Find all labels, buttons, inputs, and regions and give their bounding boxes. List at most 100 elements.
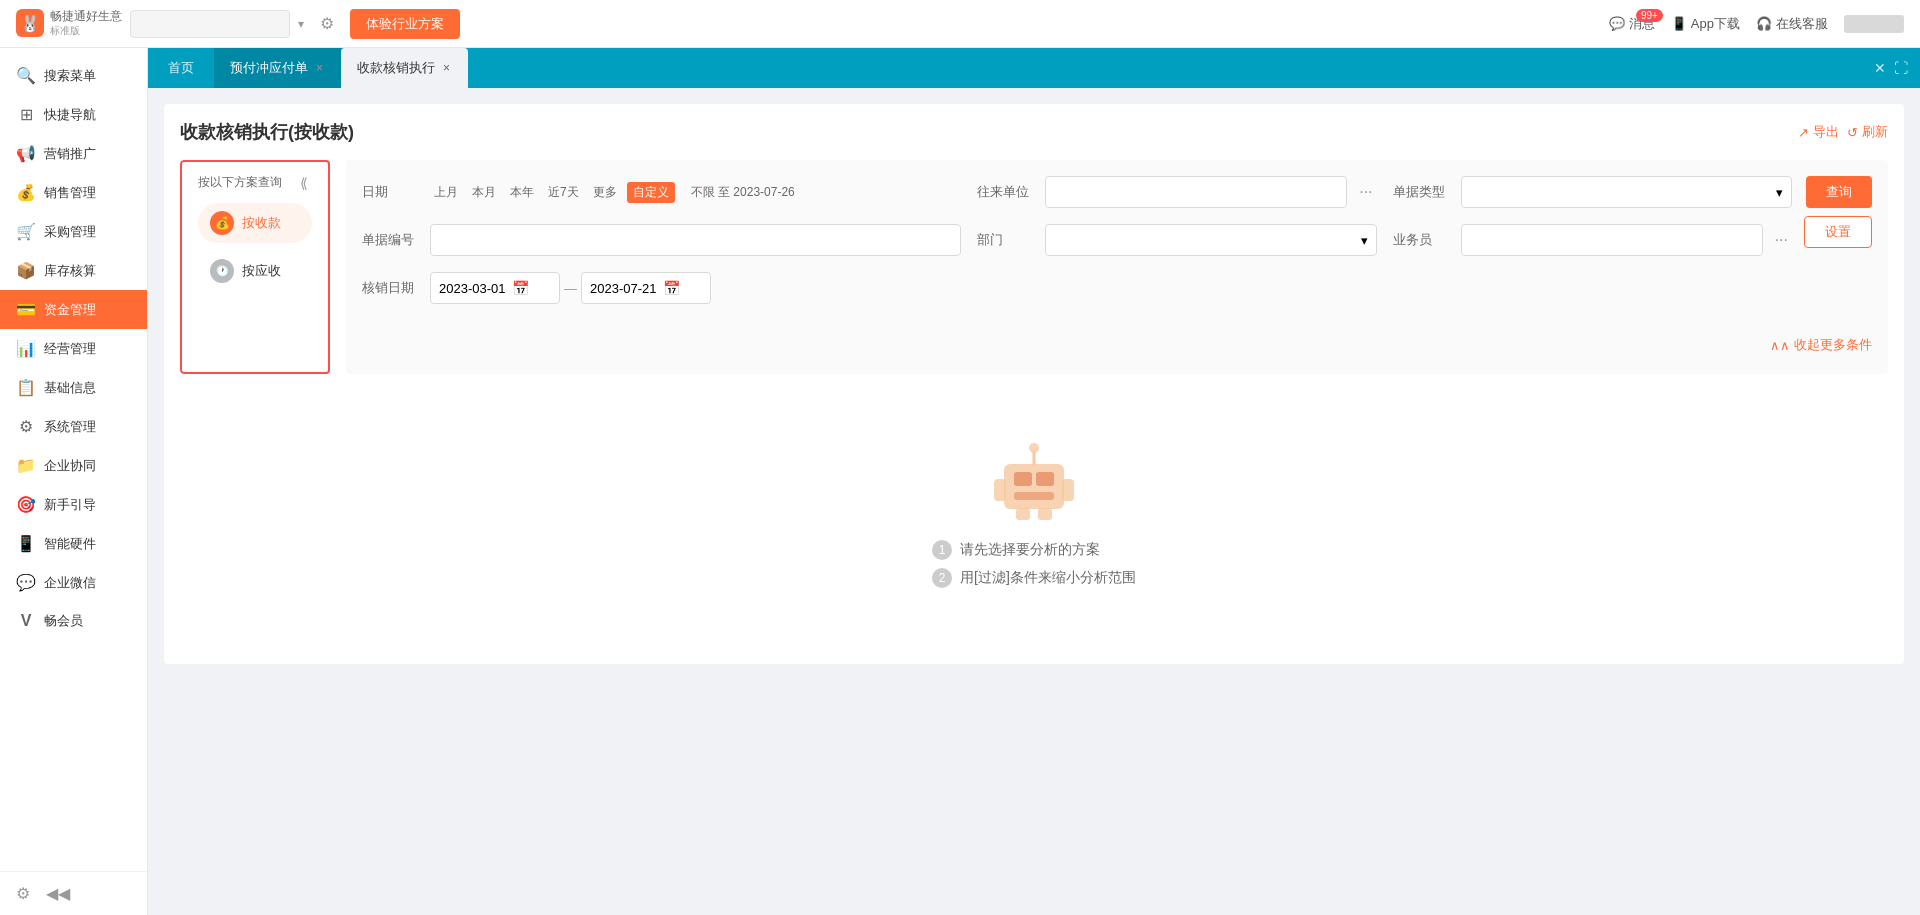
filter-row-3: 核销日期 2023-03-01 📅 —: [362, 272, 1792, 304]
verify-date-group: 核销日期 2023-03-01 📅 —: [362, 272, 968, 304]
solution-button[interactable]: 体验行业方案: [350, 9, 460, 39]
counterparty-ellipsis-icon[interactable]: ···: [1355, 183, 1376, 201]
purchase-icon: 🛒: [16, 222, 36, 241]
page-card: 收款核销执行(按收款) ↗ 导出 ↺ 刷新: [164, 104, 1904, 664]
close-window-icon[interactable]: ✕: [1874, 60, 1886, 76]
sidebar-item-sales[interactable]: 💰 销售管理: [0, 173, 147, 212]
filter-actions: 查询 设置: [1804, 176, 1872, 248]
app-icon: 📱: [1671, 16, 1687, 31]
sidebar-item-label: 搜索菜单: [44, 67, 96, 85]
shortcut-7days[interactable]: 近7天: [544, 182, 583, 203]
shortcut-this-month[interactable]: 本月: [468, 182, 500, 203]
sidebar-item-search-menu[interactable]: 🔍 搜索菜单: [0, 56, 147, 95]
dropdown-chevron-icon[interactable]: ▾: [298, 17, 304, 31]
empty-tip-1: 1 请先选择要分析的方案: [932, 540, 1136, 560]
sidebar-item-inventory[interactable]: 📦 库存核算: [0, 251, 147, 290]
app-download-item[interactable]: 📱 App下载: [1671, 15, 1740, 33]
settings-button[interactable]: 设置: [1804, 216, 1872, 248]
tab-receivable[interactable]: 收款核销执行 ×: [341, 48, 468, 88]
tab-receivable-label: 收款核销执行: [357, 59, 435, 77]
shortcut-this-year[interactable]: 本年: [506, 182, 538, 203]
tab-home-label: 首页: [168, 59, 194, 77]
svg-rect-5: [1062, 479, 1074, 501]
sidebar-bottom: ⚙ ◀◀: [0, 871, 147, 915]
sidebar-item-purchase[interactable]: 🛒 采购管理: [0, 212, 147, 251]
staff-ellipsis-icon[interactable]: ···: [1771, 231, 1792, 249]
sidebar-item-quick-nav[interactable]: ⊞ 快捷导航: [0, 95, 147, 134]
marketing-icon: 📢: [16, 144, 36, 163]
export-icon: ↗: [1798, 125, 1809, 140]
sidebar-item-base-info[interactable]: 📋 基础信息: [0, 368, 147, 407]
shortcut-last-month[interactable]: 上月: [430, 182, 462, 203]
sidebar-item-system[interactable]: ⚙ 系统管理: [0, 407, 147, 446]
logo-area: 🐰 畅捷通好生意 标准版: [16, 9, 122, 37]
collapse-more-label: 收起更多条件: [1794, 336, 1872, 354]
collapse-more-btn[interactable]: ∧∧ 收起更多条件: [362, 332, 1872, 358]
query-button[interactable]: 查询: [1806, 176, 1872, 208]
counterparty-label: 往来单位: [977, 183, 1037, 201]
filter-collapse-icon[interactable]: ⟪: [296, 175, 312, 191]
user-avatar[interactable]: [1844, 15, 1904, 33]
sidebar-item-label: 快捷导航: [44, 106, 96, 124]
filter-panel-title: 按以下方案查询 ⟪: [198, 174, 312, 191]
sidebar: 🔍 搜索菜单 ⊞ 快捷导航 📢 营销推广 💰 销售管理 🛒 采购管理 📦: [0, 48, 148, 915]
logo-icon: 🐰: [16, 9, 44, 37]
dept-select[interactable]: ▾: [1045, 224, 1376, 256]
refresh-button[interactable]: ↺ 刷新: [1847, 123, 1888, 141]
date-range-separator: —: [564, 281, 577, 296]
empty-tips: 1 请先选择要分析的方案 2 用[过滤]条件来缩小分析范围: [932, 540, 1136, 588]
filter-option-by-receivable[interactable]: 🕐 按应收: [198, 251, 312, 291]
doc-no-input[interactable]: [430, 224, 961, 256]
shortcut-custom[interactable]: 自定义: [627, 182, 675, 203]
sidebar-item-newbie[interactable]: 🎯 新手引导: [0, 485, 147, 524]
counterparty-input[interactable]: [1045, 176, 1347, 208]
gear-icon[interactable]: ⚙: [320, 14, 334, 33]
shortcut-more[interactable]: 更多: [589, 182, 621, 203]
maximize-window-icon[interactable]: ⛶: [1894, 60, 1908, 76]
doc-type-select[interactable]: ▾: [1461, 176, 1792, 208]
settings-bottom-icon[interactable]: ⚙: [16, 884, 30, 903]
filter-option-by-receipt[interactable]: 💰 按收款: [198, 203, 312, 243]
wechat-icon: 💬: [16, 573, 36, 592]
receipt-option-icon: 💰: [210, 211, 234, 235]
sidebar-item-label: 营销推广: [44, 145, 96, 163]
sidebar-item-label: 智能硬件: [44, 535, 96, 553]
sidebar-item-operation[interactable]: 📊 经营管理: [0, 329, 147, 368]
sidebar-item-wechat[interactable]: 💬 企业微信: [0, 563, 147, 602]
sidebar-item-enterprise[interactable]: 📁 企业协同: [0, 446, 147, 485]
base-info-icon: 📋: [16, 378, 36, 397]
tab-prepay-close-icon[interactable]: ×: [314, 59, 325, 77]
member-icon: V: [16, 612, 36, 630]
tip-num-2: 2: [932, 568, 952, 588]
filter-left-panel: 按以下方案查询 ⟪ 💰 按收款 🕐 按应收: [180, 160, 330, 374]
message-item[interactable]: 💬 消息 99+: [1609, 15, 1655, 33]
sidebar-item-marketing[interactable]: 📢 营销推广: [0, 134, 147, 173]
tab-prepay[interactable]: 预付冲应付单 ×: [214, 48, 341, 88]
export-button[interactable]: ↗ 导出: [1798, 123, 1839, 141]
tab-home[interactable]: 首页: [148, 48, 214, 88]
svg-rect-6: [1016, 508, 1030, 520]
date-label: 日期: [362, 183, 422, 201]
logo-text: 畅捷通好生意: [50, 9, 122, 23]
sidebar-item-finance[interactable]: 💳 资金管理: [0, 290, 147, 329]
header-actions: ↗ 导出 ↺ 刷新: [1798, 123, 1888, 141]
sidebar-item-label: 企业微信: [44, 574, 96, 592]
sidebar-item-hardware[interactable]: 📱 智能硬件: [0, 524, 147, 563]
collapse-sidebar-icon[interactable]: ◀◀: [46, 884, 70, 903]
staff-input[interactable]: [1461, 224, 1763, 256]
filter-row-1: 日期 上月 本月 本年 近7天 更多 自定义: [362, 176, 1792, 208]
refresh-label: 刷新: [1862, 123, 1888, 141]
verify-date-start-input[interactable]: 2023-03-01 📅: [430, 272, 560, 304]
operation-icon: 📊: [16, 339, 36, 358]
message-badge: 99+: [1636, 9, 1663, 22]
tab-win-controls: ✕ ⛶: [1862, 60, 1920, 76]
doc-type-label: 单据类型: [1393, 183, 1453, 201]
filter-form-main: 日期 上月 本月 本年 近7天 更多 自定义: [362, 176, 1792, 320]
tab-receivable-close-icon[interactable]: ×: [441, 59, 452, 77]
online-service-item[interactable]: 🎧 在线客服: [1756, 15, 1828, 33]
verify-date-range: 2023-03-01 📅 — 2023-07-21 📅: [430, 272, 711, 304]
verify-date-end-input[interactable]: 2023-07-21 📅: [581, 272, 711, 304]
logo-text-block: 畅捷通好生意 标准版: [50, 9, 122, 37]
sidebar-item-member[interactable]: V 畅会员: [0, 602, 147, 640]
search-breadcrumb[interactable]: [130, 10, 290, 38]
